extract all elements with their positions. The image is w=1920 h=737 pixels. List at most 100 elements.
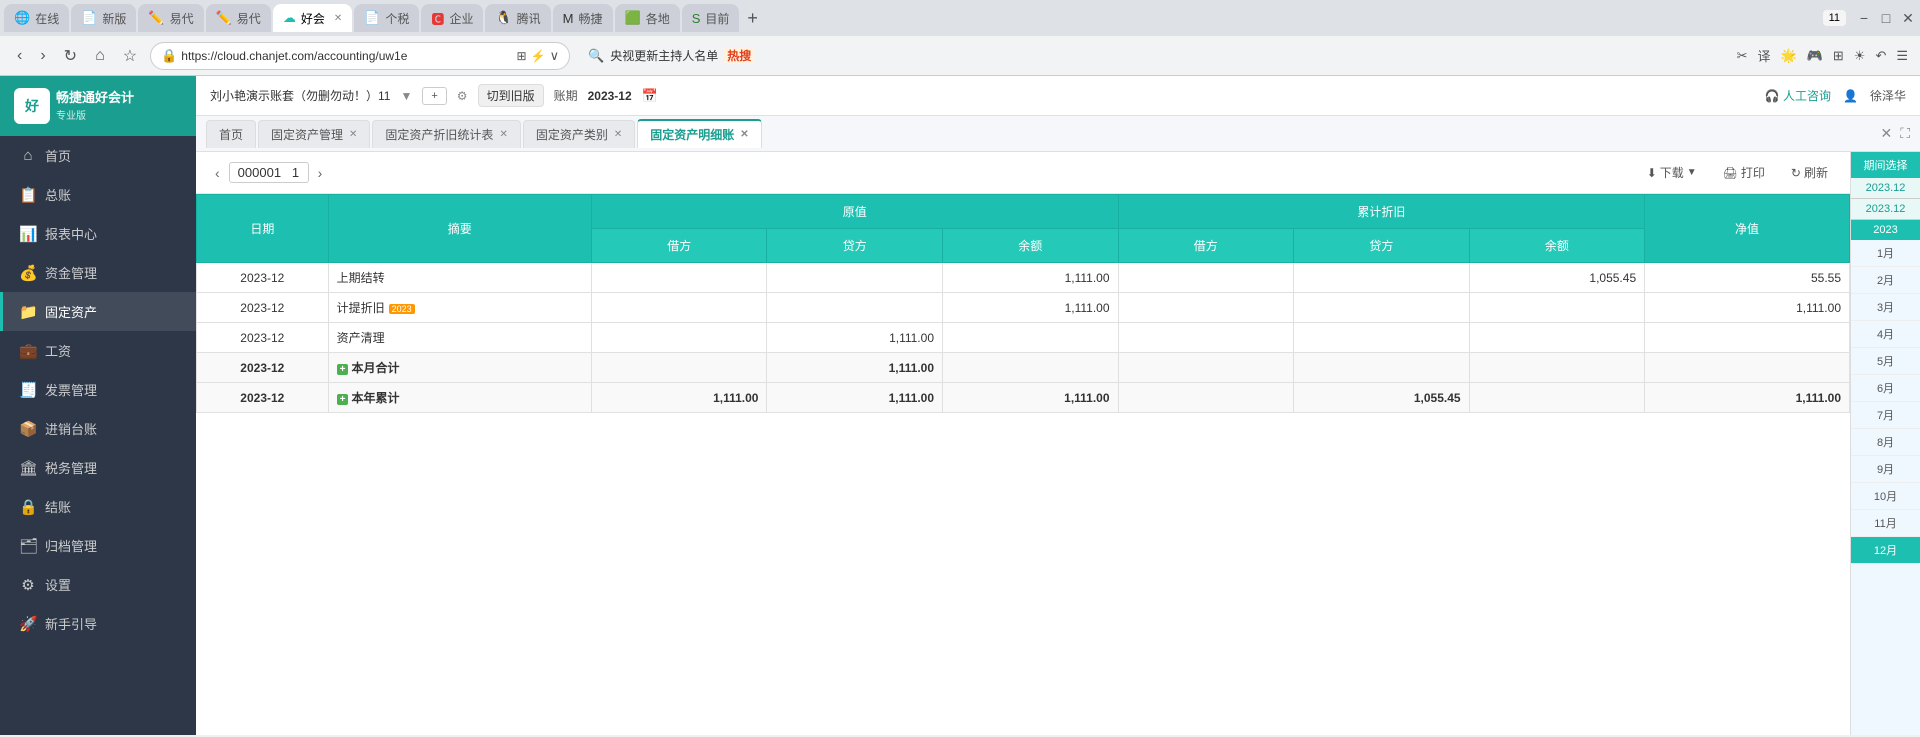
tab-label-yidai1: 易代 [170,10,194,27]
tab-depreciation-stats[interactable]: 固定资产折旧统计表 ✕ [372,120,520,148]
prev-account-button[interactable]: ‹ [210,163,225,183]
browser-tab-tencent[interactable]: 🐧 腾讯 [485,4,550,32]
switch-version-button[interactable]: 切到旧版 [478,84,544,107]
sidebar-item-home[interactable]: ⌂ 首页 [0,136,196,175]
dropdown-arrow-icon[interactable]: ▼ [400,89,412,103]
browser-tab-yidai2[interactable]: ✏️ 易代 [206,4,271,32]
browser-tab-yidai1[interactable]: ✏️ 易代 [138,4,203,32]
dropdown-icon[interactable]: ∨ [550,48,560,64]
window-minimize-button[interactable]: − [1856,10,1872,26]
cell-accum-debit [1118,323,1294,353]
refresh-button[interactable]: ↻ 刷新 [1783,160,1836,185]
period-month-item[interactable]: 1月 [1851,240,1920,267]
sidebar-item-closing[interactable]: 🔒 结账 [0,487,196,526]
invoice-nav-icon: 🧾 [19,381,37,399]
browser-tab-indiv[interactable]: 📄 个税 [354,4,419,32]
cell-accum-credit [1294,323,1470,353]
consulting-button[interactable]: 🎧 人工咨询 [1765,87,1831,104]
browser-tab-online[interactable]: 🌐 在线 [4,4,69,32]
period-edit-icon[interactable]: 📅 [642,88,658,104]
browser-tab-changjie[interactable]: M 畅捷 [553,4,613,32]
col-accum-credit: 贷方 [1294,229,1470,263]
tab-close-haohui[interactable]: ✕ [334,13,342,24]
table-row: 2023-12 +本年累计 1,111.00 1,111.00 1,111.00… [197,383,1850,413]
browser-tab-haohui[interactable]: ☁ 好会 ✕ [273,4,352,32]
forward-button[interactable]: › [35,45,50,67]
cell-accum-credit [1294,353,1470,383]
sidebar-item-guide[interactable]: 🚀 新手引导 [0,604,196,643]
tab-close-all-icon[interactable]: ✕ [1880,125,1892,142]
tab-fixed-category[interactable]: 固定资产类别 ✕ [523,120,635,148]
sidebar-item-invoice[interactable]: 🧾 发票管理 [0,370,196,409]
header-actions: ⬇ 下载 ▼ 🖨 打印 ↻ 刷新 [1639,160,1836,185]
sidebar-label-closing: 结账 [45,497,71,516]
sidebar-item-report[interactable]: 📊 报表中心 [0,214,196,253]
period-month-item[interactable]: 5月 [1851,348,1920,375]
tab-fixed-mgmt[interactable]: 固定资产管理 ✕ [258,120,370,148]
sidebar-label-invoice: 发票管理 [45,380,97,399]
period-month-item[interactable]: 10月 [1851,483,1920,510]
period-month-item[interactable]: 4月 [1851,321,1920,348]
tab-close-fixed-detail[interactable]: ✕ [740,129,748,140]
window-maximize-button[interactable]: □ [1878,10,1894,26]
cell-orig-balance: 1,111.00 [943,383,1119,413]
translate-icon[interactable]: 译 [1757,46,1770,65]
period-month-item[interactable]: 6月 [1851,375,1920,402]
address-bar[interactable]: 🔒 https://cloud.chanjet.com/accounting/u… [150,42,570,70]
grid-icon[interactable]: ⊞ [1833,48,1844,64]
period-month-item[interactable]: 2月 [1851,267,1920,294]
period-month-item[interactable]: 3月 [1851,294,1920,321]
sidebar-item-fixed[interactable]: 📁 固定资产 [0,292,196,331]
sidebar-item-tax[interactable]: 🏛 税务管理 [0,448,196,487]
sidebar-item-archive[interactable]: 🗂 归档管理 [0,526,196,565]
tab-close-fixed-mgmt[interactable]: ✕ [349,129,357,140]
col-header-net: 净值 [1645,195,1850,263]
sidebar-item-ledger[interactable]: 📋 总账 [0,175,196,214]
menu-icon[interactable]: ☰ [1896,48,1908,64]
sidebar-item-settings[interactable]: ⚙ 设置 [0,565,196,604]
tab-close-depreciation-stats[interactable]: ✕ [499,129,507,140]
tab-home[interactable]: 首页 [206,120,256,148]
period-month-item[interactable]: 8月 [1851,429,1920,456]
period-month-item[interactable]: 7月 [1851,402,1920,429]
sidebar-item-salary[interactable]: 💼 工资 [0,331,196,370]
browser-tab-corp[interactable]: 🅲 企业 [421,4,483,32]
period-selected-2[interactable]: 2023.12 [1851,199,1920,220]
account-number: 000001 1 [229,162,309,183]
hot-search-icon[interactable]: 热搜 [724,47,754,64]
game-icon[interactable]: 🎮 [1807,48,1823,64]
tab-fixed-detail[interactable]: 固定资产明细账 ✕ [637,119,761,148]
sidebar-item-inventory[interactable]: 📦 进销台账 [0,409,196,448]
window-close-button[interactable]: ✕ [1900,10,1916,26]
reload-button[interactable]: ↻ [59,44,82,68]
period-month-item[interactable]: 11月 [1851,510,1920,537]
undo-icon[interactable]: ↶ [1875,48,1886,64]
period-month-item[interactable]: 12月 [1851,537,1920,564]
download-button[interactable]: ⬇ 下载 ▼ [1639,160,1705,185]
new-tab-button[interactable]: + [741,8,764,29]
browser-tab-new[interactable]: 📄 新版 [71,4,136,32]
home-button[interactable]: ⌂ [90,45,110,67]
top-bar: 刘小艳演示账套（勿删勿动！）11 ▼ + ⚙ 切到旧版 账期 2023-12 📅… [196,76,1920,116]
period-year[interactable]: 2023 [1851,220,1920,240]
bookmark-button[interactable]: ☆ [118,44,142,68]
tab-label-gedi: 各地 [646,10,670,27]
print-button[interactable]: 🖨 打印 [1715,160,1773,185]
settings-small-icon[interactable]: ⚙ [457,89,468,103]
sidebar-label-home: 首页 [45,146,71,165]
tab-expand-icon[interactable]: ⛶ [1900,125,1910,142]
next-account-button[interactable]: › [313,163,328,183]
brightness-icon[interactable]: ☀ [1854,48,1866,64]
tab-close-fixed-category[interactable]: ✕ [614,129,622,140]
browser-tab-gedi[interactable]: 🟩 各地 [615,4,680,32]
browser-tab-muqian[interactable]: S 目前 [682,4,740,32]
scissors-icon[interactable]: ✂ [1737,48,1748,64]
wallet-icon[interactable]: 🌟 [1781,48,1797,64]
tax-nav-icon: 🏛 [19,459,37,477]
archive-nav-icon: 🗂 [19,537,37,555]
period-selected-1[interactable]: 2023.12 [1851,178,1920,199]
add-account-button[interactable]: + [422,87,446,105]
back-button[interactable]: ‹ [12,45,27,67]
sidebar-item-fund[interactable]: 💰 资金管理 [0,253,196,292]
period-month-item[interactable]: 9月 [1851,456,1920,483]
